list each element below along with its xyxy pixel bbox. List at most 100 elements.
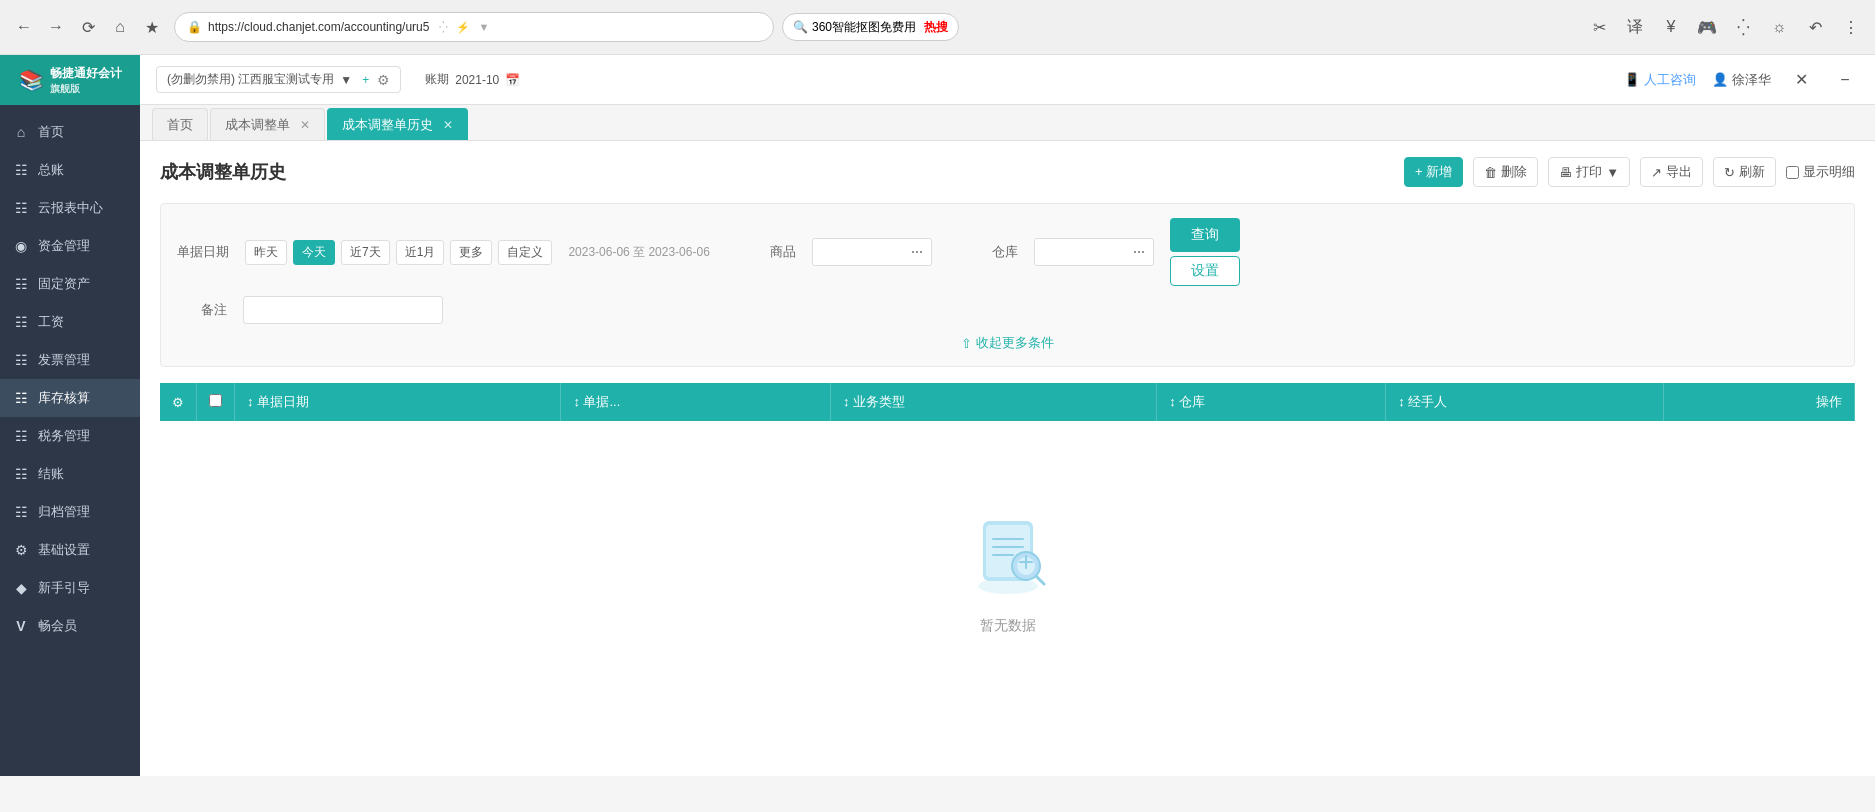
sidebar-item-inventory[interactable]: ☷ 库存核算 (0, 379, 140, 417)
tab-cost-adjust-close[interactable]: ✕ (300, 118, 310, 132)
delete-button[interactable]: 🗑 删除 (1473, 157, 1538, 187)
url-grid-icon: ⁛ (439, 21, 448, 34)
translate-button[interactable]: 译 (1621, 13, 1649, 41)
sidebar-item-home[interactable]: ⌂ 首页 (0, 113, 140, 151)
logo-icon: 📚 (19, 68, 44, 92)
service-button[interactable]: 📱 人工咨询 (1624, 71, 1696, 89)
sidebar-item-payroll[interactable]: ☷ 工资 (0, 303, 140, 341)
header-right: 📱 人工咨询 👤 徐泽华 ✕ − (1624, 66, 1859, 94)
tab-cost-adjust-history[interactable]: 成本调整单历史 ✕ (327, 108, 468, 140)
minimize-window-button[interactable]: − (1831, 66, 1859, 94)
sidebar-item-settings[interactable]: ⚙ 基础设置 (0, 531, 140, 569)
sidebar-label-ledger: 总账 (38, 161, 64, 179)
sidebar-label-inventory: 库存核算 (38, 389, 90, 407)
headset-icon: 📱 (1624, 72, 1640, 87)
sidebar-item-closing[interactable]: ☷ 结账 (0, 455, 140, 493)
th-checkbox[interactable] (197, 383, 235, 421)
sidebar: 📚 畅捷通好会计 旗舰版 ⌂ 首页 ☷ 总账 ☷ 云报表中心 ◉ 资金管理 (0, 55, 140, 776)
product-select[interactable]: ⋯ (812, 238, 932, 266)
date-btn-custom[interactable]: 自定义 (498, 240, 552, 265)
empty-text: 暂无数据 (980, 617, 1036, 635)
search-icon: 🔍 (793, 20, 808, 34)
th-actions: 操作 (1663, 383, 1854, 421)
reload-button[interactable]: ⟳ (74, 13, 102, 41)
sidebar-item-guide[interactable]: ◆ 新手引导 (0, 569, 140, 607)
sidebar-item-invoices[interactable]: ☷ 发票管理 (0, 341, 140, 379)
refresh-button[interactable]: ↻ 刷新 (1713, 157, 1776, 187)
tab-home[interactable]: 首页 (152, 108, 208, 140)
th-number[interactable]: ↕ 单据... (561, 383, 831, 421)
settings-gear-icon: ⚙ (377, 72, 390, 88)
sidebar-item-ledger[interactable]: ☷ 总账 (0, 151, 140, 189)
forward-button[interactable]: → (42, 13, 70, 41)
grid-button[interactable]: ⁛ (1729, 13, 1757, 41)
add-company-icon: + (362, 73, 369, 87)
browser-search[interactable]: 🔍 360智能抠图免费用 热搜 (782, 13, 959, 41)
sidebar-item-membership[interactable]: V 畅会员 (0, 607, 140, 645)
payroll-icon: ☷ (12, 314, 30, 330)
sidebar-item-tax[interactable]: ☷ 税务管理 (0, 417, 140, 455)
notes-input[interactable] (243, 296, 443, 324)
product-filter-label: 商品 (746, 243, 796, 261)
company-selector[interactable]: (勿删勿禁用) 江西服宝测试专用 ▼ + ⚙ (156, 66, 401, 93)
collapse-arrow-icon: ⇧ (961, 336, 972, 351)
select-all-checkbox[interactable] (209, 394, 222, 407)
sidebar-label-settings: 基础设置 (38, 541, 90, 559)
settings-filter-button[interactable]: 设置 (1170, 256, 1240, 286)
display-cols-input[interactable] (1786, 166, 1799, 179)
home-button[interactable]: ⌂ (106, 13, 134, 41)
page-title: 成本调整单历史 (160, 160, 286, 184)
back-button[interactable]: ← (10, 13, 38, 41)
tab-cost-adjust-history-close[interactable]: ✕ (443, 118, 453, 132)
date-btn-1month[interactable]: 近1月 (396, 240, 445, 265)
export-button[interactable]: ↗ 导出 (1640, 157, 1703, 187)
address-bar[interactable]: 🔒 https://cloud.chanjet.com/accounting/u… (174, 12, 774, 42)
date-btn-today[interactable]: 今天 (293, 240, 335, 265)
coin-button[interactable]: ¥ (1657, 13, 1685, 41)
print-button[interactable]: 🖶 打印 ▼ (1548, 157, 1630, 187)
data-table: ⚙ ↕ 单据日期 ↕ 单据... ↕ 业务类型 (160, 383, 1855, 421)
sidebar-item-reports[interactable]: ☷ 云报表中心 (0, 189, 140, 227)
page-tabs: 首页 成本调整单 ✕ 成本调整单历史 ✕ (140, 105, 1875, 141)
browser-nav-buttons: ← → ⟳ ⌂ ★ (10, 13, 166, 41)
query-button[interactable]: 查询 (1170, 218, 1240, 252)
th-warehouse-label: ↕ 仓库 (1169, 394, 1205, 409)
warehouse-select[interactable]: ⋯ (1034, 238, 1154, 266)
bookmark-button[interactable]: ★ (138, 13, 166, 41)
collapse-button[interactable]: ⇧ 收起更多条件 (961, 334, 1054, 352)
game-button[interactable]: 🎮 (1693, 13, 1721, 41)
th-biz-type[interactable]: ↕ 业务类型 (830, 383, 1156, 421)
user-menu[interactable]: 👤 徐泽华 (1712, 71, 1771, 89)
date-btn-7days[interactable]: 近7天 (341, 240, 390, 265)
th-handler[interactable]: ↕ 经手人 (1386, 383, 1664, 421)
collapse-label: 收起更多条件 (976, 334, 1054, 352)
period-info: 账期 2021-10 📅 (425, 71, 520, 88)
sidebar-item-archive[interactable]: ☷ 归档管理 (0, 493, 140, 531)
scissors-button[interactable]: ✂ (1585, 13, 1613, 41)
print-dropdown-icon: ▼ (1606, 165, 1619, 180)
sidebar-item-funds[interactable]: ◉ 资金管理 (0, 227, 140, 265)
sidebar-label-funds: 资金管理 (38, 237, 90, 255)
close-window-button[interactable]: ✕ (1787, 66, 1815, 94)
date-filter-label: 单据日期 (177, 243, 229, 261)
browser-right-tools: ✂ 译 ¥ 🎮 ⁛ ☼ ↶ ⋮ (1585, 13, 1865, 41)
new-button[interactable]: + 新增 (1404, 157, 1463, 187)
th-date[interactable]: ↕ 单据日期 (235, 383, 561, 421)
url-dropdown-icon: ▼ (478, 21, 489, 33)
date-btn-yesterday[interactable]: 昨天 (245, 240, 287, 265)
logo-text: 畅捷通好会计 (50, 65, 122, 82)
th-settings[interactable]: ⚙ (160, 383, 197, 421)
tab-cost-adjust[interactable]: 成本调整单 ✕ (210, 108, 325, 140)
more-button[interactable]: ⋮ (1837, 13, 1865, 41)
sidebar-label-invoices: 发票管理 (38, 351, 90, 369)
filter-row-notes: 备注 (177, 296, 1838, 324)
date-btn-more[interactable]: 更多 (450, 240, 492, 265)
th-number-label: ↕ 单据... (573, 394, 620, 409)
display-cols-checkbox[interactable]: 显示明细 (1786, 163, 1855, 181)
brightness-button[interactable]: ☼ (1765, 13, 1793, 41)
th-warehouse[interactable]: ↕ 仓库 (1157, 383, 1386, 421)
sidebar-item-fixed-assets[interactable]: ☷ 固定资产 (0, 265, 140, 303)
history-button[interactable]: ↶ (1801, 13, 1829, 41)
url-text: https://cloud.chanjet.com/accounting/uru… (208, 20, 429, 34)
notes-filter-label: 备注 (177, 301, 227, 319)
